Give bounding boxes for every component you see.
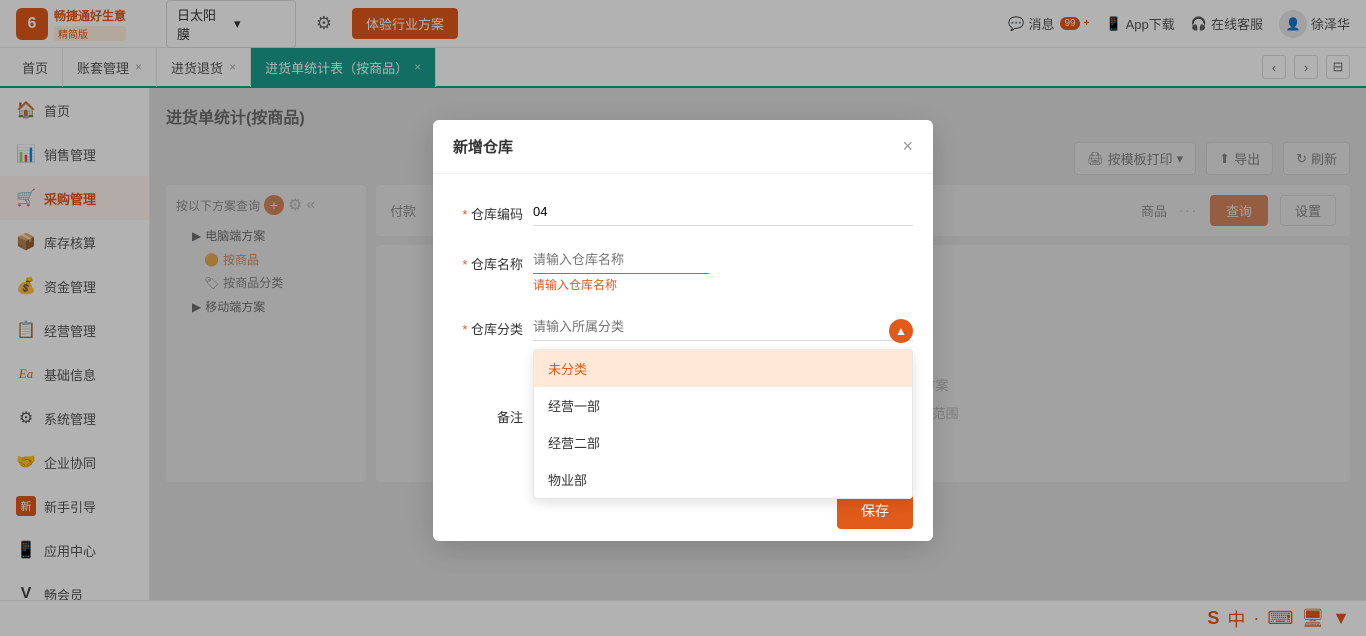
modal-overlay: 新增仓库 × 仓库编码 仓库名称 请输入仓库名称 仓库分类 xyxy=(0,0,1366,636)
warehouse-code-label: 仓库编码 xyxy=(453,198,533,223)
warehouse-category-input[interactable] xyxy=(533,313,913,341)
modal-header: 新增仓库 × xyxy=(433,120,933,174)
warehouse-category-row: 仓库分类 ▲ 未分类 经营一部 经营二部 物业部 xyxy=(453,313,913,341)
warehouse-name-error-msg: 请输入仓库名称 xyxy=(453,276,617,293)
dropdown-item-dept3[interactable]: 物业部 xyxy=(534,461,912,498)
modal-title: 新增仓库 xyxy=(453,136,513,157)
warehouse-code-input[interactable] xyxy=(533,198,913,226)
warehouse-name-row: 仓库名称 请输入仓库名称 xyxy=(453,246,913,293)
category-dropdown-list: 未分类 经营一部 经营二部 物业部 xyxy=(533,349,913,499)
dropdown-item-dept2[interactable]: 经营二部 xyxy=(534,424,912,461)
warehouse-category-wrapper: ▲ 未分类 经营一部 经营二部 物业部 xyxy=(533,313,913,341)
warehouse-category-label: 仓库分类 xyxy=(453,313,533,338)
new-warehouse-modal: 新增仓库 × 仓库编码 仓库名称 请输入仓库名称 仓库分类 xyxy=(433,120,933,541)
warehouse-name-label: 仓库名称 xyxy=(453,248,533,273)
modal-close-icon[interactable]: × xyxy=(902,136,913,157)
modal-body: 仓库编码 仓库名称 请输入仓库名称 仓库分类 ▲ 未分类 xyxy=(433,174,933,481)
remark-label: 备注 xyxy=(453,401,533,426)
dropdown-item-unclassified[interactable]: 未分类 xyxy=(534,350,912,387)
category-dropdown-arrow[interactable]: ▲ xyxy=(889,319,913,343)
dropdown-item-dept1[interactable]: 经营一部 xyxy=(534,387,912,424)
warehouse-code-row: 仓库编码 xyxy=(453,198,913,226)
warehouse-name-input[interactable] xyxy=(533,246,709,274)
